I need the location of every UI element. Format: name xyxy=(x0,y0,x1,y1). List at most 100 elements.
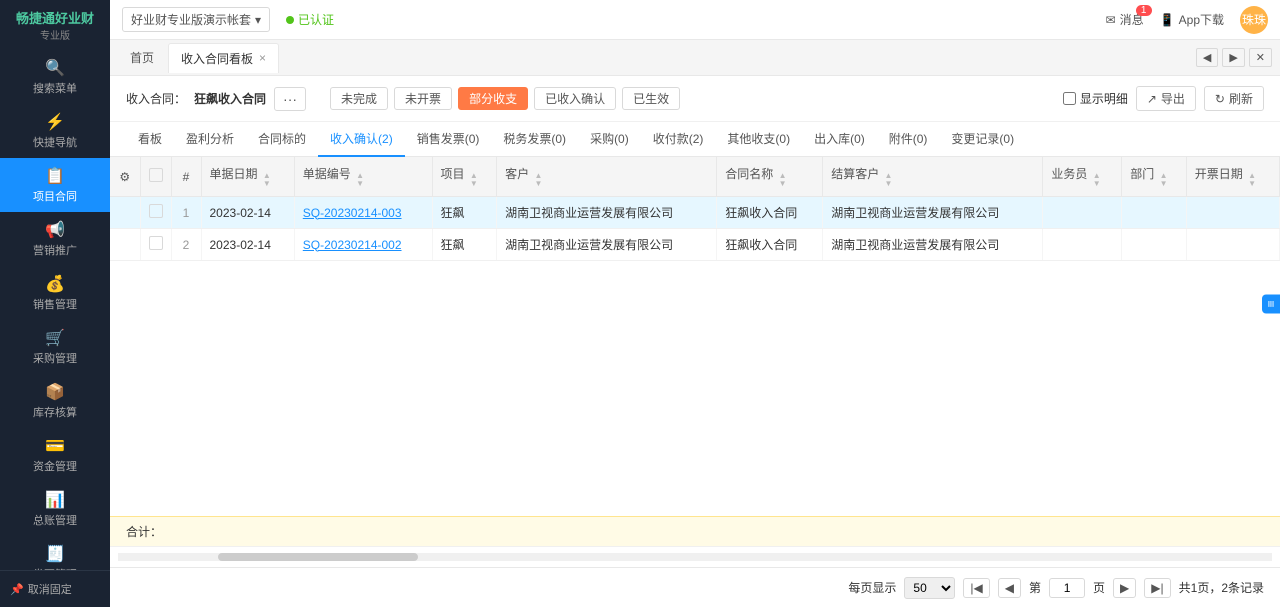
sub-tab-7[interactable]: 收付款(2) xyxy=(641,122,716,157)
row-id-link-0[interactable]: SQ-20230214-003 xyxy=(303,206,402,220)
sub-tab-3[interactable]: 收入确认(2) xyxy=(318,122,405,157)
col-project-header: 项目 ▲▼ xyxy=(432,157,497,197)
sub-tab-11[interactable]: 变更记录(0) xyxy=(939,122,1026,157)
data-table: ⚙ # 单据日期 ▲▼ 单据编号 ▲▼ 项目 ▲▼ xyxy=(110,157,1280,261)
tab-contracts[interactable]: 收入合同看板 × xyxy=(168,43,279,73)
sort-settle-icon[interactable]: ▲▼ xyxy=(885,172,893,188)
col-dept-header: 部门 ▲▼ xyxy=(1122,157,1187,197)
sub-tab-4[interactable]: 销售发票(0) xyxy=(405,122,492,157)
sub-tab-2[interactable]: 合同标的 xyxy=(246,122,318,157)
sort-date-icon[interactable]: ▲▼ xyxy=(263,172,271,188)
tabbar: 首页 收入合同看板 × ◀ ▶ ✕ xyxy=(110,40,1280,76)
tab-prev-button[interactable]: ◀ xyxy=(1196,48,1218,67)
row-contract-1: 狂飙收入合同 xyxy=(717,229,823,261)
sidebar-icon-0: 🔍 xyxy=(45,58,65,78)
sub-tab-0[interactable]: 看板 xyxy=(126,122,174,157)
row-settings-1 xyxy=(110,229,140,261)
sidebar-item-3[interactable]: 📢营销推广 xyxy=(0,212,110,266)
col-invoice-date-label: 开票日期 xyxy=(1195,167,1243,181)
more-button[interactable]: ··· xyxy=(274,87,306,111)
status-btn-0[interactable]: 未完成 xyxy=(330,87,388,110)
per-page-select[interactable]: 50 100 200 xyxy=(904,577,955,599)
sort-dept-icon[interactable]: ▲▼ xyxy=(1160,172,1168,188)
pagination: 每页显示 50 100 200 |◀ ◀ 第 页 ▶ ▶| 共1页，2条记录 xyxy=(110,567,1280,607)
sidebar-item-1[interactable]: ⚡快捷导航 xyxy=(0,104,110,158)
col-salesman-header: 业务员 ▲▼ xyxy=(1043,157,1122,197)
show-detail-checkbox[interactable]: 显示明细 xyxy=(1063,90,1128,107)
col-date-label: 单据日期 xyxy=(210,167,258,181)
first-page-button[interactable]: |◀ xyxy=(963,578,989,598)
app-download-label: App下载 xyxy=(1179,11,1224,28)
row-checkbox-0[interactable] xyxy=(140,197,171,229)
tab-close-all-button[interactable]: ✕ xyxy=(1249,48,1272,67)
status-btn-3[interactable]: 已收入确认 xyxy=(534,87,616,110)
sort-salesman-icon[interactable]: ▲▼ xyxy=(1093,172,1101,188)
settings-icon[interactable]: ⚙ xyxy=(119,170,130,184)
unpin-label: 取消固定 xyxy=(28,581,72,597)
scroll-thumb[interactable] xyxy=(218,553,418,561)
row-customer-1: 湖南卫视商业运营发展有限公司 xyxy=(497,229,717,261)
sidebar-label-1: 快捷导航 xyxy=(33,134,77,150)
sidebar-item-9[interactable]: 🧾发票管理 xyxy=(0,536,110,570)
status-btn-1[interactable]: 未开票 xyxy=(394,87,452,110)
sidebar-item-8[interactable]: 📊总账管理 xyxy=(0,482,110,536)
table-row[interactable]: 2 2023-02-14 SQ-20230214-002 狂飙 湖南卫视商业运营… xyxy=(110,229,1280,261)
col-customer-label: 客户 xyxy=(505,167,529,181)
app-subtitle: 专业版 xyxy=(40,27,70,42)
sidebar-label-4: 销售管理 xyxy=(33,296,77,312)
sub-tab-10[interactable]: 附件(0) xyxy=(877,122,940,157)
col-checkbox-all xyxy=(140,157,171,197)
unpin-button[interactable]: 📌 取消固定 xyxy=(6,577,104,601)
sidebar-item-0[interactable]: 🔍搜索菜单 xyxy=(0,50,110,104)
col-settle-header: 结算客户 ▲▼ xyxy=(823,157,1043,197)
tab-next-button[interactable]: ▶ xyxy=(1222,48,1244,67)
table-row[interactable]: 1 2023-02-14 SQ-20230214-003 狂飙 湖南卫视商业运营… xyxy=(110,197,1280,229)
select-all-checkbox[interactable] xyxy=(149,168,163,182)
col-salesman-label: 业务员 xyxy=(1051,167,1087,181)
sub-tabs: 看板盈利分析合同标的收入确认(2)销售发票(0)税务发票(0)采购(0)收付款(… xyxy=(110,122,1280,157)
sort-project-icon[interactable]: ▲▼ xyxy=(470,172,478,188)
right-panel-toggle[interactable]: ≡ xyxy=(1262,294,1280,313)
sidebar-item-4[interactable]: 💰销售管理 xyxy=(0,266,110,320)
avatar-button[interactable]: 珠珠 xyxy=(1240,6,1268,34)
sort-customer-icon[interactable]: ▲▼ xyxy=(534,172,542,188)
row-id-link-1[interactable]: SQ-20230214-002 xyxy=(303,238,402,252)
export-button[interactable]: ↗ 导出 xyxy=(1136,86,1196,111)
sidebar-item-2[interactable]: 📋项目合同 xyxy=(0,158,110,212)
per-page-label: 每页显示 xyxy=(848,579,896,596)
sidebar-label-5: 采购管理 xyxy=(33,350,77,366)
sidebar-label-7: 资金管理 xyxy=(33,458,77,474)
refresh-button[interactable]: ↻ 刷新 xyxy=(1204,86,1264,111)
last-page-button[interactable]: ▶| xyxy=(1144,578,1170,598)
tab-home[interactable]: 首页 xyxy=(118,43,166,72)
sub-tab-8[interactable]: 其他收支(0) xyxy=(715,122,802,157)
page-input[interactable] xyxy=(1049,578,1085,598)
col-invoice-date-header: 开票日期 ▲▼ xyxy=(1186,157,1279,197)
message-button[interactable]: ✉ 消息 1 xyxy=(1106,11,1144,28)
page-content: 收入合同： 狂飙收入合同 ··· 未完成未开票部分收支已收入确认已生效 显示明细… xyxy=(110,76,1280,607)
sub-tab-6[interactable]: 采购(0) xyxy=(578,122,641,157)
app-download-button[interactable]: 📱 App下载 xyxy=(1160,11,1224,28)
status-btn-4[interactable]: 已生效 xyxy=(622,87,680,110)
company-selector[interactable]: 好业财专业版演示帐套 ▾ xyxy=(122,7,270,32)
status-btn-2[interactable]: 部分收支 xyxy=(458,87,528,110)
row-checkbox-1[interactable] xyxy=(140,229,171,261)
chevron-down-icon: ▾ xyxy=(255,13,261,27)
show-detail-input[interactable] xyxy=(1063,92,1076,105)
sub-tab-9[interactable]: 出入库(0) xyxy=(802,122,877,157)
horizontal-scrollbar[interactable] xyxy=(118,553,1272,561)
row-id-0: SQ-20230214-003 xyxy=(294,197,432,229)
sidebar-item-6[interactable]: 📦库存核算 xyxy=(0,374,110,428)
sub-tab-1[interactable]: 盈利分析 xyxy=(174,122,246,157)
sort-id-icon[interactable]: ▲▼ xyxy=(356,172,364,188)
tab-close-icon[interactable]: × xyxy=(259,51,266,65)
prev-page-button[interactable]: ◀ xyxy=(998,578,1021,598)
sidebar-item-7[interactable]: 💳资金管理 xyxy=(0,428,110,482)
sub-tab-5[interactable]: 税务发票(0) xyxy=(491,122,578,157)
page-header: 收入合同： 狂飙收入合同 ··· 未完成未开票部分收支已收入确认已生效 显示明细… xyxy=(110,76,1280,122)
sidebar-item-5[interactable]: 🛒采购管理 xyxy=(0,320,110,374)
sort-contract-icon[interactable]: ▲▼ xyxy=(779,172,787,188)
sort-invoice-date-icon[interactable]: ▲▼ xyxy=(1248,172,1256,188)
row-dept-1 xyxy=(1122,229,1187,261)
next-page-button[interactable]: ▶ xyxy=(1113,578,1136,598)
